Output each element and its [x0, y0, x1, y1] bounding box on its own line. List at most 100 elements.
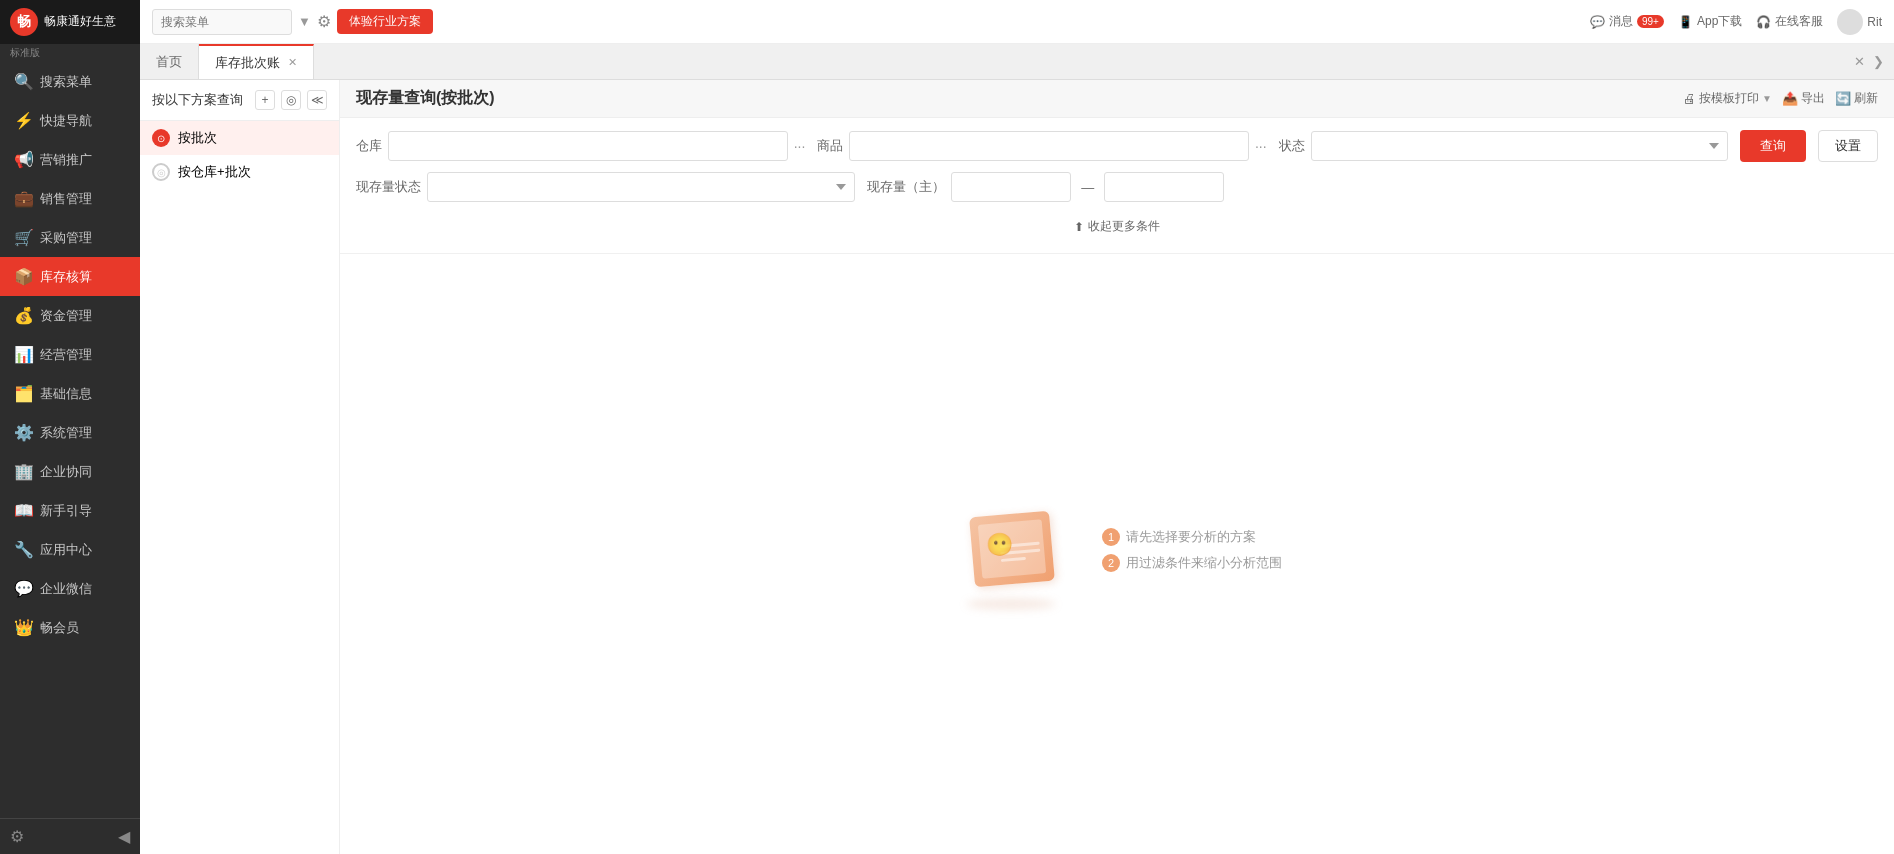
tab-chevron-icon[interactable]: ❯: [1873, 54, 1884, 69]
message-badge: 99+: [1637, 15, 1664, 28]
sidebar-item-label-member: 畅会员: [40, 619, 79, 637]
warehouse-more-icon[interactable]: ···: [794, 138, 806, 154]
member-icon: 👑: [14, 618, 32, 637]
print-btn[interactable]: 🖨 按模板打印 ▼: [1683, 90, 1772, 107]
warehouse-label: 仓库: [356, 137, 382, 155]
sidebar-item-purchase[interactable]: 🛒 采购管理: [0, 218, 140, 257]
tip-num-1: 1: [1102, 528, 1120, 546]
sidebar-item-basics[interactable]: 🗂️ 基础信息: [0, 374, 140, 413]
purchase-icon: 🛒: [14, 228, 32, 247]
title-actions: 🖨 按模板打印 ▼ 📤 导出 🔄 刷新: [1683, 90, 1878, 107]
scheme-label-batch: 按批次: [178, 129, 217, 147]
sidebar-item-label-search: 搜索菜单: [40, 73, 92, 91]
stock-qty-max-input[interactable]: [1104, 172, 1224, 202]
page-title: 现存量查询(按批次): [356, 88, 495, 109]
filter-group-goods: 商品 ···: [817, 131, 1266, 161]
status-label: 状态: [1279, 137, 1305, 155]
message-icon: 💬: [1590, 15, 1605, 29]
refresh-btn[interactable]: 🔄 刷新: [1835, 90, 1878, 107]
user-avatar-btn[interactable]: Rit: [1837, 9, 1882, 35]
filter-row-1: 仓库 ··· 商品 ··· 状态 查询: [356, 130, 1878, 162]
sidebar-item-search[interactable]: 🔍 搜索菜单: [0, 62, 140, 101]
settings-icon[interactable]: ⚙: [10, 827, 24, 846]
sidebar-item-finance[interactable]: 💰 资金管理: [0, 296, 140, 335]
sidebar-item-management[interactable]: 📊 经营管理: [0, 335, 140, 374]
avatar: [1837, 9, 1863, 35]
scheme-item-warehouse-batch[interactable]: ◎ 按仓库+批次: [140, 155, 339, 189]
left-panel: 按以下方案查询 + ◎ ≪ ⊙ 按批次 ◎ 按仓库+批次: [140, 80, 340, 854]
sidebar-item-label-basics: 基础信息: [40, 385, 92, 403]
main-area: ▼ ⚙ 体验行业方案 💬 消息 99+ 📱 App下载 🎧 在线客服 Rit: [140, 0, 1894, 854]
topbar-right: 💬 消息 99+ 📱 App下载 🎧 在线客服 Rit: [1590, 9, 1882, 35]
filter-row-2: 现存量状态 现存量（主） —: [356, 172, 1878, 202]
stock-status-select[interactable]: [427, 172, 855, 202]
headset-icon: 🎧: [1756, 15, 1771, 29]
sidebar-item-wechat[interactable]: 💬 企业微信: [0, 569, 140, 608]
sidebar-item-sales[interactable]: 💼 销售管理: [0, 179, 140, 218]
filter-group-stock-status: 现存量状态: [356, 172, 855, 202]
system-icon: ⚙️: [14, 423, 32, 442]
inventory-icon: 📦: [14, 267, 32, 286]
empty-state: 😶 1 请先选择要分析的方案 2 用过滤条件来缩小分析范围: [340, 254, 1894, 854]
warehouse-input[interactable]: [388, 131, 788, 161]
stock-qty-min-input[interactable]: [951, 172, 1071, 202]
filter-group-warehouse: 仓库 ···: [356, 131, 805, 161]
online-service-btn[interactable]: 🎧 在线客服: [1756, 13, 1823, 30]
tip-num-2: 2: [1102, 554, 1120, 572]
sidebar-item-shortcuts[interactable]: ⚡ 快捷导航: [0, 101, 140, 140]
sidebar-item-label-marketing: 营销推广: [40, 151, 92, 169]
app-logo: 畅: [10, 8, 38, 36]
management-icon: 📊: [14, 345, 32, 364]
sidebar-item-system[interactable]: ⚙️ 系统管理: [0, 413, 140, 452]
collapse-conditions-btn[interactable]: ⬆ 收起更多条件: [356, 212, 1878, 241]
settings-button[interactable]: 设置: [1818, 130, 1878, 162]
collapse-icon[interactable]: ◀: [118, 827, 130, 846]
print-dropdown-icon[interactable]: ▼: [1762, 93, 1772, 104]
gear-icon[interactable]: ⚙: [317, 12, 331, 31]
status-select[interactable]: [1311, 131, 1728, 161]
marketing-icon: 📢: [14, 150, 32, 169]
phone-icon: 📱: [1678, 15, 1693, 29]
experience-btn[interactable]: 体验行业方案: [337, 9, 433, 34]
search-input[interactable]: [152, 9, 292, 35]
sidebar-header: 畅 畅康通好生意: [0, 0, 140, 44]
wechat-icon: 💬: [14, 579, 32, 598]
empty-illustration: 😶: [952, 494, 1072, 614]
messages-btn[interactable]: 💬 消息 99+: [1590, 13, 1664, 30]
search-dropdown-icon[interactable]: ▼: [298, 14, 311, 29]
add-scheme-btn[interactable]: +: [255, 90, 275, 110]
sidebar-item-label-enterprise: 企业协同: [40, 463, 92, 481]
sidebar-item-inventory[interactable]: 📦 库存核算: [0, 257, 140, 296]
shortcuts-icon: ⚡: [14, 111, 32, 130]
tab-close-icon[interactable]: ✕: [1854, 54, 1865, 69]
sidebar-item-guide[interactable]: 📖 新手引导: [0, 491, 140, 530]
page-title-bar: 现存量查询(按批次) 🖨 按模板打印 ▼ 📤 导出 🔄 刷新: [340, 80, 1894, 118]
sidebar-item-marketing[interactable]: 📢 营销推广: [0, 140, 140, 179]
query-button[interactable]: 查询: [1740, 130, 1806, 162]
scheme-settings-btn[interactable]: ◎: [281, 90, 301, 110]
sidebar-item-member[interactable]: 👑 畅会员: [0, 608, 140, 647]
tab-inventory-batch[interactable]: 库存批次账 ✕: [199, 44, 314, 79]
sidebar-item-apps[interactable]: 🔧 应用中心: [0, 530, 140, 569]
filter-area: 仓库 ··· 商品 ··· 状态 查询: [340, 118, 1894, 254]
sidebar-footer: ⚙ ◀: [0, 818, 140, 854]
guide-icon: 📖: [14, 501, 32, 520]
sidebar-item-label-inventory: 库存核算: [40, 268, 92, 286]
enterprise-icon: 🏢: [14, 462, 32, 481]
app-download-btn[interactable]: 📱 App下载: [1678, 13, 1742, 30]
tab-close-btn[interactable]: ✕: [288, 56, 297, 69]
goods-more-icon[interactable]: ···: [1255, 138, 1267, 154]
sidebar-item-label-wechat: 企业微信: [40, 580, 92, 598]
collapse-panel-btn[interactable]: ≪: [307, 90, 327, 110]
scheme-item-batch[interactable]: ⊙ 按批次: [140, 121, 339, 155]
export-btn[interactable]: 📤 导出: [1782, 90, 1825, 107]
scheme-active-icon: ⊙: [152, 129, 170, 147]
apps-icon: 🔧: [14, 540, 32, 559]
left-panel-actions: + ◎ ≪: [255, 90, 327, 110]
sidebar-item-enterprise[interactable]: 🏢 企业协同: [0, 452, 140, 491]
content-area: 按以下方案查询 + ◎ ≪ ⊙ 按批次 ◎ 按仓库+批次 现存量查询(按批次): [140, 80, 1894, 854]
goods-label: 商品: [817, 137, 843, 155]
goods-input[interactable]: [849, 131, 1249, 161]
stock-qty-label: 现存量（主）: [867, 178, 945, 196]
tab-home[interactable]: 首页: [140, 44, 199, 79]
